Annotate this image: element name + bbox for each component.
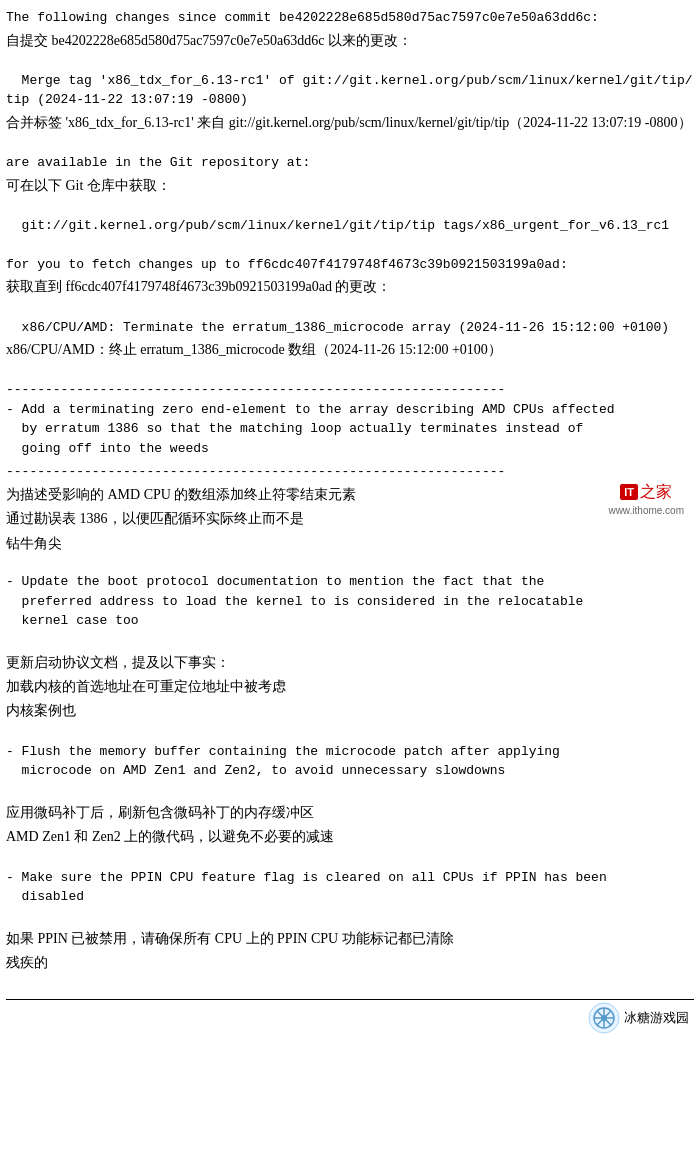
make-sure-cn-line2: 残疾的 — [6, 952, 694, 974]
add-terminating-section: - Add a terminating zero end-element to … — [6, 400, 694, 459]
bottom-section: 冰糖游戏园 — [6, 999, 694, 1039]
main-content: The following changes since commit be420… — [6, 8, 694, 1039]
svg-point-6 — [601, 1015, 607, 1021]
terminate-section: x86/CPU/AMD: Terminate the erratum_1386_… — [6, 318, 694, 362]
ithome-url: www.ithome.com — [608, 505, 684, 516]
cn-watermark-block: 为描述受影响的 AMD CPU 的数组添加终止符零结束元素 通过勘误表 1386… — [6, 482, 694, 557]
it-logo: IT — [620, 484, 638, 500]
make-sure-section: - Make sure the PPIN CPU feature flag is… — [6, 868, 694, 907]
flush-memory-line1: - Flush the memory buffer containing the… — [6, 742, 694, 762]
ithome-watermark: IT 之家 www.ithome.com — [608, 482, 684, 516]
fetch-line1: for you to fetch changes up to ff6cdc407… — [6, 255, 694, 275]
header-line1: The following changes since commit be420… — [6, 8, 694, 28]
divider1: ----------------------------------------… — [6, 380, 694, 400]
update-boot-line1: - Update the boot protocol documentation… — [6, 572, 694, 592]
make-sure-cn-line1: 如果 PPIN 已被禁用，请确保所有 CPU 上的 PPIN CPU 功能标记都… — [6, 928, 694, 950]
add-terminating-cn-block: 为描述受影响的 AMD CPU 的数组添加终止符零结束元素 通过勘误表 1386… — [6, 482, 694, 557]
terminate-line2-cn: x86/CPU/AMD：终止 erratum_1386_microcode 数组… — [6, 339, 694, 361]
merge-tag-section: Merge tag 'x86_tdx_for_6.13-rc1' of git:… — [6, 71, 694, 134]
bottom-divider — [6, 999, 694, 1000]
update-boot-cn-line1: 更新启动协议文档，提及以下事实： — [6, 652, 694, 674]
flush-memory-line2: microcode on AMD Zen1 and Zen2, to avoid… — [6, 761, 694, 781]
header-line2-cn: 自提交 be4202228e685d580d75ac7597c0e7e50a63… — [6, 30, 694, 52]
available-section: are available in the Git repository at: … — [6, 153, 694, 197]
merge-tag-line1: Merge tag 'x86_tdx_for_6.13-rc1' of git:… — [6, 71, 694, 110]
update-boot-line2: preferred address to load the kernel to … — [6, 592, 694, 612]
available-line1: are available in the Git repository at: — [6, 153, 694, 173]
update-boot-line3: kernel case too — [6, 611, 694, 631]
header-section: The following changes since commit be420… — [6, 8, 694, 52]
zixun-text: 之家 — [640, 482, 672, 503]
repo-section: git://git.kernel.org/pub/scm/linux/kerne… — [6, 216, 694, 236]
flush-memory-cn-line2: AMD Zen1 和 Zen2 上的微代码，以避免不必要的减速 — [6, 826, 694, 848]
make-sure-line2: disabled — [6, 887, 694, 907]
make-sure-cn-section: 如果 PPIN 已被禁用，请确保所有 CPU 上的 PPIN CPU 功能标记都… — [6, 928, 694, 975]
flush-memory-section: - Flush the memory buffer containing the… — [6, 742, 694, 781]
terminate-line1: x86/CPU/AMD: Terminate the erratum_1386_… — [6, 318, 694, 338]
flush-memory-cn-line1: 应用微码补丁后，刷新包含微码补丁的内存缓冲区 — [6, 802, 694, 824]
add-term-line1: - Add a terminating zero end-element to … — [6, 400, 694, 420]
add-term-line3: going off into the weeds — [6, 439, 694, 459]
bingtan-watermark: 冰糖游戏园 — [588, 1002, 689, 1034]
bingtan-text: 冰糖游戏园 — [624, 1009, 689, 1027]
update-boot-section: - Update the boot protocol documentation… — [6, 572, 694, 631]
add-term-cn-line3: 钻牛角尖 — [6, 533, 694, 555]
ithome-logo-group: IT 之家 — [620, 482, 672, 503]
add-term-cn-line1: 为描述受影响的 AMD CPU 的数组添加终止符零结束元素 — [6, 484, 694, 506]
fetch-line2-cn: 获取直到 ff6cdc407f4179748f4673c39b092150319… — [6, 276, 694, 298]
divider2: ----------------------------------------… — [6, 462, 694, 482]
available-line2-cn: 可在以下 Git 仓库中获取： — [6, 175, 694, 197]
update-boot-cn-section: 更新启动协议文档，提及以下事实： 加载内核的首选地址在可重定位地址中被考虑 内核… — [6, 652, 694, 723]
update-boot-cn-line3: 内核案例也 — [6, 700, 694, 722]
fetch-section: for you to fetch changes up to ff6cdc407… — [6, 255, 694, 299]
repo-line1: git://git.kernel.org/pub/scm/linux/kerne… — [6, 216, 694, 236]
add-term-line2: by erratum 1386 so that the matching loo… — [6, 419, 694, 439]
merge-tag-line2-cn: 合并标签 'x86_tdx_for_6.13-rc1' 来自 git://git… — [6, 112, 694, 134]
update-boot-cn-line2: 加载内核的首选地址在可重定位地址中被考虑 — [6, 676, 694, 698]
add-term-cn-line2: 通过勘误表 1386，以便匹配循环实际终止而不是 — [6, 508, 694, 530]
flush-memory-cn-section: 应用微码补丁后，刷新包含微码补丁的内存缓冲区 AMD Zen1 和 Zen2 上… — [6, 802, 694, 849]
make-sure-line1: - Make sure the PPIN CPU feature flag is… — [6, 868, 694, 888]
bingtan-icon — [588, 1002, 620, 1034]
